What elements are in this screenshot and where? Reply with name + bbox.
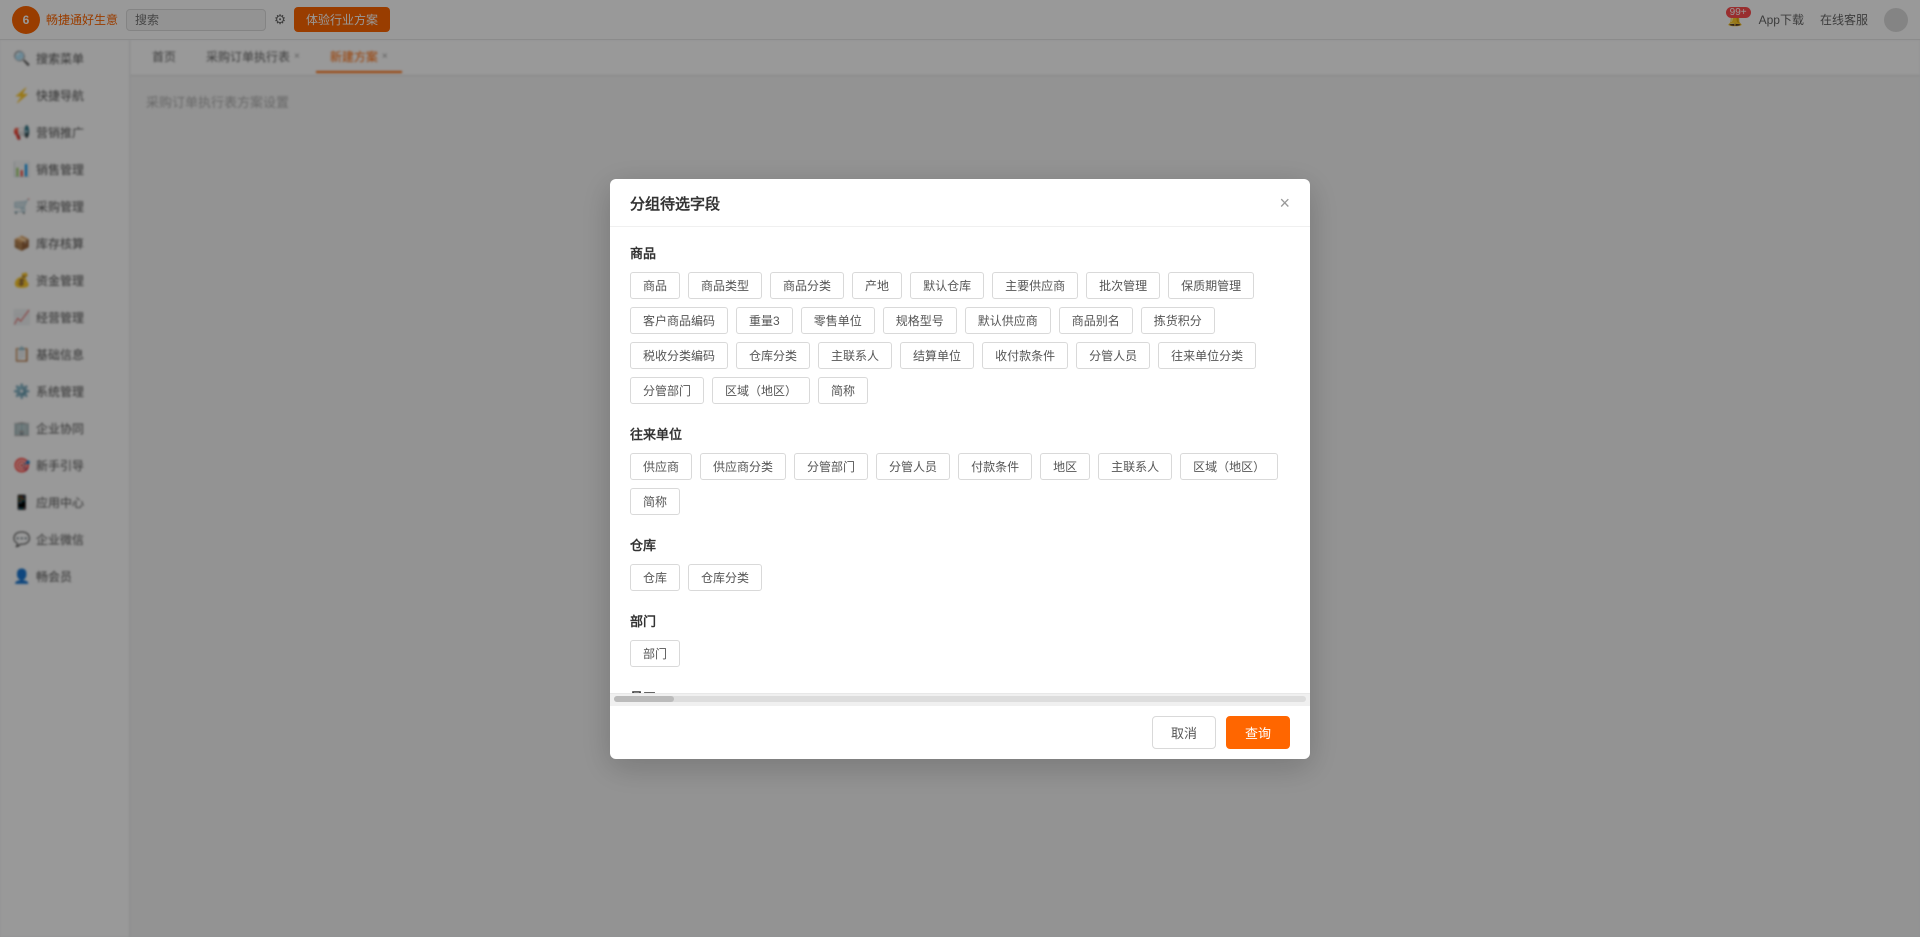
field-tag-goods-5[interactable]: 主要供应商: [992, 272, 1078, 299]
section-department: 部门部门: [630, 611, 1290, 667]
field-tag-goods-1[interactable]: 商品类型: [688, 272, 762, 299]
field-tag-partner-2[interactable]: 分管部门: [794, 453, 868, 480]
field-tag-warehouse-0[interactable]: 仓库: [630, 564, 680, 591]
field-tag-goods-21[interactable]: 往来单位分类: [1158, 342, 1256, 369]
dialog-hscroll[interactable]: [610, 693, 1310, 705]
field-tag-partner-4[interactable]: 付款条件: [958, 453, 1032, 480]
field-tag-goods-0[interactable]: 商品: [630, 272, 680, 299]
field-tag-department-0[interactable]: 部门: [630, 640, 680, 667]
hscroll-track: [614, 696, 1306, 702]
field-tag-goods-18[interactable]: 结算单位: [900, 342, 974, 369]
field-tags-partner: 供应商供应商分类分管部门分管人员付款条件地区主联系人区域（地区） 简称: [630, 453, 1290, 515]
field-tag-goods-19[interactable]: 收付款条件: [982, 342, 1068, 369]
field-tag-warehouse-1[interactable]: 仓库分类: [688, 564, 762, 591]
field-tag-goods-23[interactable]: 区域（地区）: [712, 377, 810, 404]
section-title-partner: 往来单位: [630, 424, 1290, 443]
field-tag-partner-0[interactable]: 供应商: [630, 453, 692, 480]
field-tag-partner-1[interactable]: 供应商分类: [700, 453, 786, 480]
field-tag-goods-10[interactable]: 零售单位: [801, 307, 875, 334]
section-title-warehouse: 仓库: [630, 535, 1290, 554]
field-tag-partner-6[interactable]: 主联系人: [1098, 453, 1172, 480]
field-tag-goods-3[interactable]: 产地: [852, 272, 902, 299]
hscroll-thumb: [614, 696, 674, 702]
field-tag-goods-22[interactable]: 分管部门: [630, 377, 704, 404]
field-tags-department: 部门: [630, 640, 1290, 667]
dialog-body[interactable]: 商品商品商品类型商品分类产地默认仓库主要供应商批次管理保质期管理客户商品编码重量…: [610, 227, 1310, 693]
dialog-title: 分组待选字段: [630, 193, 720, 214]
dialog-close-button[interactable]: ×: [1279, 194, 1290, 212]
field-tag-goods-4[interactable]: 默认仓库: [910, 272, 984, 299]
section-title-goods: 商品: [630, 243, 1290, 262]
confirm-button[interactable]: 查询: [1226, 716, 1290, 749]
field-tag-goods-15[interactable]: 税收分类编码: [630, 342, 728, 369]
field-tag-goods-17[interactable]: 主联系人: [818, 342, 892, 369]
field-tags-goods: 商品商品类型商品分类产地默认仓库主要供应商批次管理保质期管理客户商品编码重量3 零…: [630, 272, 1290, 404]
field-tag-goods-2[interactable]: 商品分类: [770, 272, 844, 299]
field-tag-goods-6[interactable]: 批次管理: [1086, 272, 1160, 299]
dialog-header: 分组待选字段 ×: [610, 179, 1310, 227]
field-tag-goods-8[interactable]: 客户商品编码: [630, 307, 728, 334]
dialog-footer: 取消 查询: [610, 705, 1310, 759]
field-tag-goods-7[interactable]: 保质期管理: [1168, 272, 1254, 299]
field-tag-goods-9[interactable]: 重量3: [736, 307, 793, 334]
section-partner: 往来单位供应商供应商分类分管部门分管人员付款条件地区主联系人区域（地区） 简称: [630, 424, 1290, 515]
dialog: 分组待选字段 × 商品商品商品类型商品分类产地默认仓库主要供应商批次管理保质期管…: [610, 179, 1310, 759]
section-goods: 商品商品商品类型商品分类产地默认仓库主要供应商批次管理保质期管理客户商品编码重量…: [630, 243, 1290, 404]
field-tag-goods-14[interactable]: 拣货积分: [1141, 307, 1215, 334]
section-title-department: 部门: [630, 611, 1290, 630]
field-tag-goods-24[interactable]: 简称: [818, 377, 868, 404]
dialog-overlay: 分组待选字段 × 商品商品商品类型商品分类产地默认仓库主要供应商批次管理保质期管…: [0, 0, 1920, 937]
field-tag-partner-5[interactable]: 地区: [1040, 453, 1090, 480]
field-tag-goods-11[interactable]: 规格型号: [883, 307, 957, 334]
field-tags-warehouse: 仓库仓库分类: [630, 564, 1290, 591]
field-tag-partner-8[interactable]: 简称: [630, 488, 680, 515]
field-tag-partner-7[interactable]: 区域（地区）: [1180, 453, 1278, 480]
field-tag-goods-16[interactable]: 仓库分类: [736, 342, 810, 369]
field-tag-goods-12[interactable]: 默认供应商: [965, 307, 1051, 334]
field-tag-partner-3[interactable]: 分管人员: [876, 453, 950, 480]
section-warehouse: 仓库仓库仓库分类: [630, 535, 1290, 591]
field-tag-goods-20[interactable]: 分管人员: [1076, 342, 1150, 369]
cancel-button[interactable]: 取消: [1152, 716, 1216, 749]
field-tag-goods-13[interactable]: 商品别名: [1059, 307, 1133, 334]
